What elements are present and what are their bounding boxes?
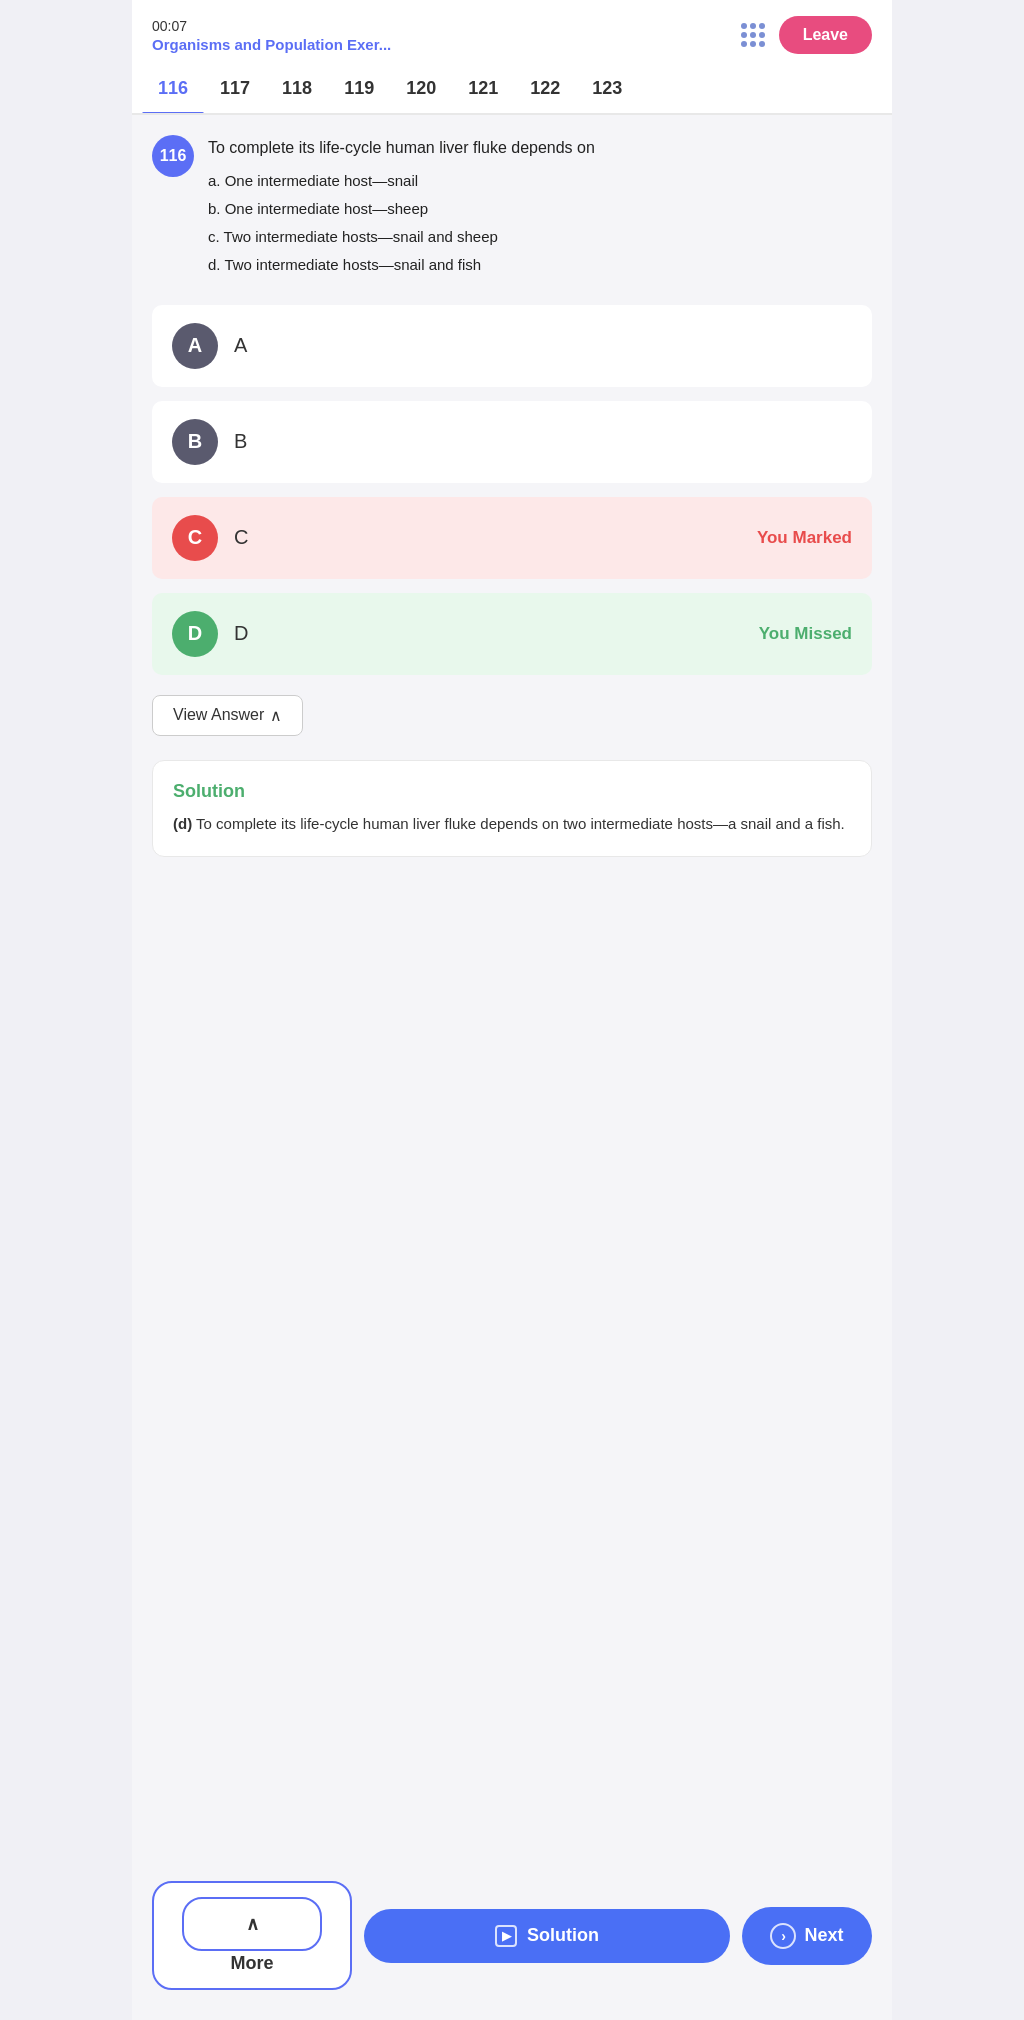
question-tab-bar: 116 117 118 119 120 121 122 123 — [132, 64, 892, 115]
header-left: 00:07 Organisms and Population Exer... — [152, 18, 391, 53]
view-answer-button[interactable]: View Answer ∧ — [152, 695, 303, 736]
option-d-circle: D — [172, 611, 218, 657]
question-number-badge: 116 — [152, 135, 194, 177]
bottom-navigation: ∧ More ▶ Solution › Next — [132, 1867, 892, 2020]
timer-display: 00:07 — [152, 18, 391, 34]
more-chevron-icon: ∧ — [182, 1897, 322, 1951]
solution-body: To complete its life-cycle human liver f… — [196, 815, 845, 832]
solution-text: (d) To complete its life-cycle human liv… — [173, 812, 851, 837]
next-button[interactable]: › Next — [742, 1907, 872, 1965]
chevron-up-icon: ∧ — [270, 706, 282, 725]
header-right: Leave — [741, 16, 872, 54]
solution-title: Solution — [173, 781, 851, 802]
question-option-a: a. One intermediate host—snail — [208, 169, 595, 193]
view-answer-label: View Answer — [173, 706, 264, 724]
tab-118[interactable]: 118 — [266, 64, 328, 113]
more-button[interactable]: ∧ More — [152, 1881, 352, 1990]
question-block: 116 To complete its life-cycle human liv… — [152, 135, 872, 281]
tab-119[interactable]: 119 — [328, 64, 390, 113]
option-d-label: D — [234, 622, 248, 645]
tab-121[interactable]: 121 — [452, 64, 514, 113]
option-a-row[interactable]: A A — [152, 305, 872, 387]
option-c-label: C — [234, 526, 248, 549]
quiz-title: Organisms and Population Exer... — [152, 36, 391, 53]
question-option-d: d. Two intermediate hosts—snail and fish — [208, 253, 595, 277]
header: 00:07 Organisms and Population Exer... L… — [132, 0, 892, 64]
options-container: A A B B C C You Marked D D You Missed — [152, 305, 872, 675]
option-b-row[interactable]: B B — [152, 401, 872, 483]
tab-122[interactable]: 122 — [514, 64, 576, 113]
option-b-circle: B — [172, 419, 218, 465]
question-title: To complete its life-cycle human liver f… — [208, 135, 595, 161]
option-c-row[interactable]: C C You Marked — [152, 497, 872, 579]
question-option-b: b. One intermediate host—sheep — [208, 197, 595, 221]
main-content: 116 To complete its life-cycle human liv… — [132, 115, 892, 977]
leave-button[interactable]: Leave — [779, 16, 872, 54]
option-d-row[interactable]: D D You Missed — [152, 593, 872, 675]
solution-card: Solution (d) To complete its life-cycle … — [152, 760, 872, 858]
you-missed-tag: You Missed — [759, 624, 852, 644]
question-text: To complete its life-cycle human liver f… — [208, 135, 595, 281]
option-a-label: A — [234, 334, 247, 357]
option-b-label: B — [234, 430, 247, 453]
tab-117[interactable]: 117 — [204, 64, 266, 113]
tab-116[interactable]: 116 — [142, 64, 204, 113]
more-label: More — [230, 1953, 273, 1974]
play-icon: ▶ — [495, 1925, 517, 1947]
next-label: Next — [804, 1925, 843, 1946]
solution-nav-button[interactable]: ▶ Solution — [364, 1909, 730, 1963]
tab-120[interactable]: 120 — [390, 64, 452, 113]
you-marked-tag: You Marked — [757, 528, 852, 548]
option-a-circle: A — [172, 323, 218, 369]
dots-grid-icon[interactable] — [741, 23, 765, 47]
next-arrow-icon: › — [770, 1923, 796, 1949]
option-c-circle: C — [172, 515, 218, 561]
solution-answer-bold: (d) — [173, 815, 192, 832]
tab-123[interactable]: 123 — [576, 64, 638, 113]
question-option-c: c. Two intermediate hosts—snail and shee… — [208, 225, 595, 249]
solution-nav-label: Solution — [527, 1925, 599, 1946]
